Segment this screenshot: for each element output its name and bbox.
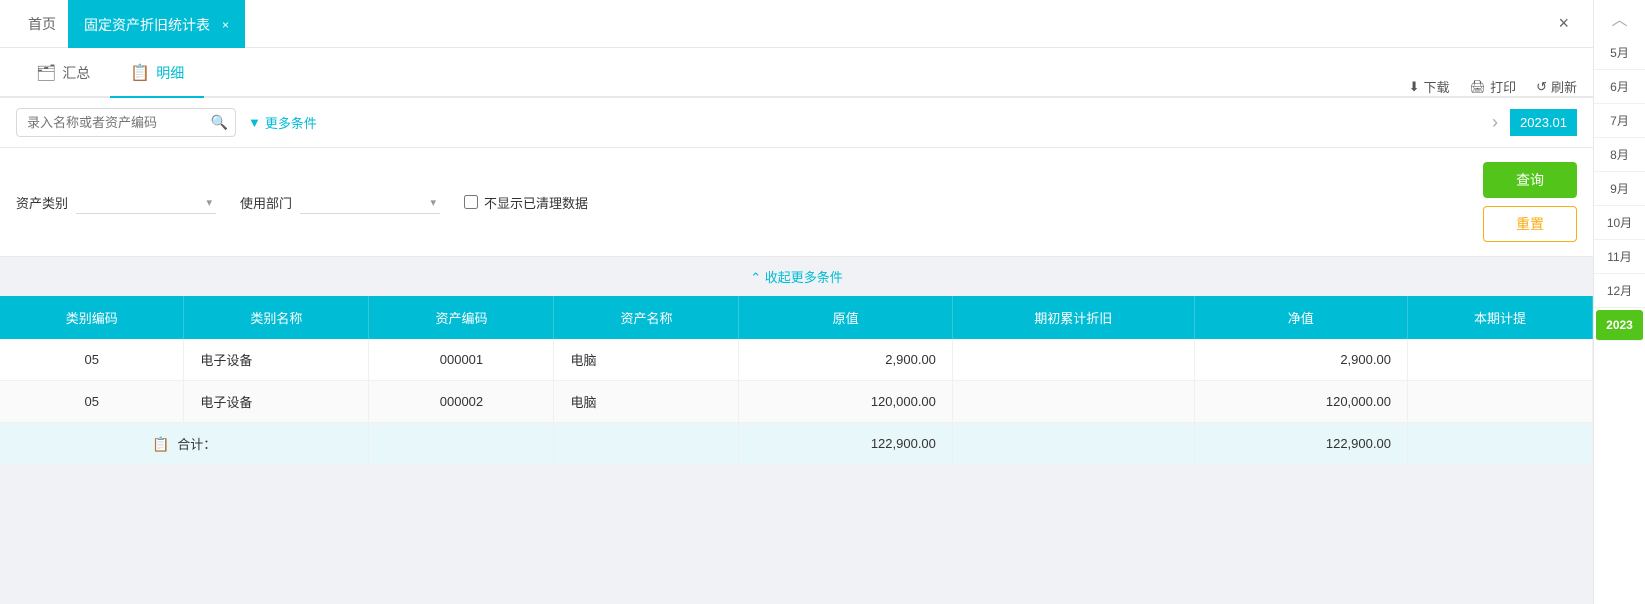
search-wrapper: 🔍 — [16, 108, 236, 137]
no-cleared-filter: 不显示已清理数据 — [464, 193, 588, 212]
department-label: 使用部门 — [240, 193, 292, 212]
tab-actions: ⬇ 下载 🖨 打印 ↺ 刷新 — [1409, 77, 1577, 96]
collapse-bar[interactable]: ⌃ 收起更多条件 — [0, 257, 1593, 296]
cell-net-value: 120,000.00 — [1194, 381, 1407, 423]
cell-accumulated — [952, 381, 1194, 423]
tab-summary[interactable]: 🗂 汇总 — [16, 50, 110, 98]
reset-button[interactable]: 重置 — [1483, 206, 1577, 242]
sidebar-nav-up[interactable]: ︿ — [1594, 0, 1645, 36]
filter-department: 使用部门 — [240, 190, 440, 214]
download-icon: ⬇ — [1409, 79, 1420, 95]
cell-asset-code: 000002 — [369, 381, 554, 423]
header-category-name: 类别名称 — [184, 296, 369, 339]
sidebar-month-item[interactable]: 11月 — [1594, 240, 1645, 274]
filter-actions: 查询 重置 — [1483, 162, 1577, 242]
sidebar-month-item[interactable]: 9月 — [1594, 172, 1645, 206]
cell-asset-name: 电脑 — [554, 339, 739, 381]
sidebar-month-item[interactable]: 6月 — [1594, 70, 1645, 104]
header-asset-name: 资产名称 — [554, 296, 739, 339]
print-label: 打印 — [1490, 77, 1516, 96]
total-original: 122,900.00 — [739, 423, 952, 465]
tab-detail[interactable]: 📋 明细 — [110, 50, 204, 98]
date-badge: 2023.01 — [1510, 109, 1577, 136]
total-accumulated — [952, 423, 1194, 465]
sidebar-month-item[interactable]: 12月 — [1594, 274, 1645, 308]
query-button[interactable]: 查询 — [1483, 162, 1577, 198]
cell-category-code: 05 — [0, 381, 184, 423]
tab-title: 固定资产折旧统计表 — [84, 15, 210, 35]
total-empty-2 — [554, 423, 739, 465]
home-nav[interactable]: 首页 — [16, 14, 68, 34]
cell-accumulated — [952, 339, 1194, 381]
cell-net-value: 2,900.00 — [1194, 339, 1407, 381]
no-cleared-label: 不显示已清理数据 — [484, 193, 588, 212]
download-button[interactable]: ⬇ 下载 — [1409, 77, 1450, 96]
total-label: 📋 合计： — [0, 423, 369, 465]
no-cleared-checkbox[interactable] — [464, 195, 478, 209]
cell-asset-name: 电脑 — [554, 381, 739, 423]
department-select-wrapper — [300, 190, 440, 214]
cell-asset-code: 000001 — [369, 339, 554, 381]
cell-category-name: 电子设备 — [184, 381, 369, 423]
header-category-code: 类别编码 — [0, 296, 184, 339]
refresh-label: 刷新 — [1551, 77, 1577, 96]
toolbar-right[interactable]: › — [1492, 112, 1498, 133]
total-icon: 📋 — [152, 436, 169, 452]
header-current-depreciation: 本期计提 — [1407, 296, 1592, 339]
cell-original-value: 2,900.00 — [739, 339, 952, 381]
more-conditions-label: 更多条件 — [265, 113, 317, 132]
header-net-value: 净值 — [1194, 296, 1407, 339]
close-window-button[interactable]: × — [1550, 13, 1577, 34]
active-tab: 固定资产折旧统计表 × — [68, 0, 245, 48]
sidebar-month-item[interactable]: 5月 — [1594, 36, 1645, 70]
header-original-value: 原值 — [739, 296, 952, 339]
cell-current-depreciation — [1407, 339, 1592, 381]
year-badge[interactable]: 2023 — [1596, 310, 1643, 341]
table-header-row: 类别编码 类别名称 资产编码 资产名称 原值 期初累计折旧 净值 本期计提 — [0, 296, 1593, 339]
summary-icon: 🗂 — [36, 63, 56, 83]
print-icon: 🖨 — [1470, 79, 1487, 95]
asset-type-select-wrapper — [76, 190, 216, 214]
total-current — [1407, 423, 1592, 465]
header-accumulated-depreciation: 期初累计折旧 — [952, 296, 1194, 339]
total-empty-1 — [369, 423, 554, 465]
header-asset-code: 资产编码 — [369, 296, 554, 339]
cell-original-value: 120,000.00 — [739, 381, 952, 423]
search-input[interactable] — [16, 108, 236, 137]
total-net-value: 122,900.00 — [1194, 423, 1407, 465]
tab-bar: 🗂 汇总 📋 明细 ⬇ 下载 🖨 打印 ↺ 刷新 — [0, 48, 1593, 98]
more-conditions-button[interactable]: ▼ 更多条件 — [248, 113, 317, 132]
cell-category-code: 05 — [0, 339, 184, 381]
filter-area: 资产类别 使用部门 不显示已清理数据 查询 重置 — [0, 148, 1593, 257]
table-total-row: 📋 合计： 122,900.00 122,900.00 — [0, 423, 1593, 465]
sidebar-month-item[interactable]: 7月 — [1594, 104, 1645, 138]
table-wrapper: 类别编码 类别名称 资产编码 资产名称 原值 期初累计折旧 净值 本期计提 05… — [0, 296, 1593, 604]
data-table: 类别编码 类别名称 资产编码 资产名称 原值 期初累计折旧 净值 本期计提 05… — [0, 296, 1593, 465]
asset-type-select[interactable] — [76, 190, 216, 214]
table-row: 05 电子设备 000002 电脑 120,000.00 120,000.00 — [0, 381, 1593, 423]
cell-category-name: 电子设备 — [184, 339, 369, 381]
download-label: 下载 — [1424, 77, 1450, 96]
filter-icon: ▼ — [248, 115, 261, 130]
table-row: 05 电子设备 000001 电脑 2,900.00 2,900.00 — [0, 339, 1593, 381]
detail-icon: 📋 — [130, 63, 150, 83]
close-tab-icon[interactable]: × — [222, 18, 229, 32]
top-nav: 首页 固定资产折旧统计表 × × — [0, 0, 1593, 48]
search-icon: 🔍 — [211, 114, 228, 131]
sidebar-month-item[interactable]: 8月 — [1594, 138, 1645, 172]
print-button[interactable]: 🖨 打印 — [1470, 77, 1517, 96]
tab-detail-label: 明细 — [156, 63, 184, 83]
refresh-button[interactable]: ↺ 刷新 — [1536, 77, 1577, 96]
right-sidebar: ︿ 5月6月7月8月9月10月11月12月 2023 — [1593, 0, 1645, 604]
toolbar: 🔍 ▼ 更多条件 › 2023.01 — [0, 98, 1593, 148]
department-select[interactable] — [300, 190, 440, 214]
cell-current-depreciation — [1407, 381, 1592, 423]
asset-type-label: 资产类别 — [16, 193, 68, 212]
refresh-icon: ↺ — [1536, 79, 1547, 95]
tab-summary-label: 汇总 — [62, 63, 90, 83]
sidebar-month-item[interactable]: 10月 — [1594, 206, 1645, 240]
filter-asset-type: 资产类别 — [16, 190, 216, 214]
